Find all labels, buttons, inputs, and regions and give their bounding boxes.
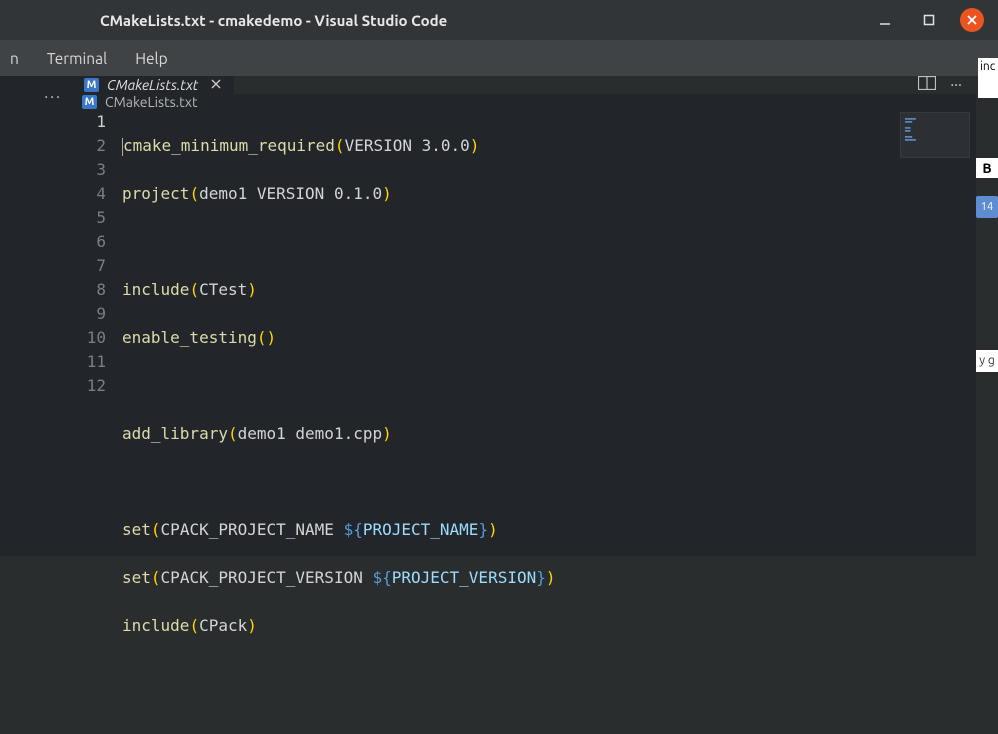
line-number: 3 bbox=[72, 158, 106, 182]
line-number: 2 bbox=[72, 134, 106, 158]
line-number: 8 bbox=[72, 278, 106, 302]
line-number-gutter: 1 2 3 4 5 6 7 8 9 10 11 12 bbox=[72, 110, 122, 734]
code-editor[interactable]: 1 2 3 4 5 6 7 8 9 10 11 12 cmake_minimum… bbox=[72, 110, 976, 734]
breadcrumb[interactable]: M CMakeLists.txt bbox=[72, 94, 976, 110]
menu-bar: n Terminal Help bbox=[0, 40, 998, 76]
menu-item-help[interactable]: Help bbox=[127, 46, 176, 71]
maximize-button[interactable] bbox=[916, 7, 942, 33]
line-number: 5 bbox=[72, 206, 106, 230]
line-number: 4 bbox=[72, 182, 106, 206]
background-fragment: inc bbox=[978, 58, 998, 98]
minimap[interactable]: ▄▄▄▄▄▄▄▄▄▄▄▄▄▄▄▄▄▄▄▄▄▄▄▄▄▄ bbox=[900, 112, 970, 158]
tab-label: CMakeLists.txt bbox=[107, 77, 198, 93]
minimize-button[interactable] bbox=[872, 7, 898, 33]
tab-bar: M CMakeLists.txt ··· bbox=[72, 76, 976, 94]
open-editors-gutter: ··· bbox=[0, 76, 72, 556]
code-content[interactable]: cmake_minimum_required(VERSION 3.0.0) pr… bbox=[122, 110, 976, 734]
background-fragment: y g bbox=[976, 350, 998, 372]
background-fragment: B bbox=[976, 158, 998, 178]
file-icon: M bbox=[82, 95, 97, 109]
close-button[interactable] bbox=[960, 8, 984, 32]
more-icon[interactable]: ··· bbox=[44, 88, 62, 556]
menu-item-run-fragment[interactable]: n bbox=[2, 46, 27, 71]
line-number: 6 bbox=[72, 230, 106, 254]
line-number: 1 bbox=[72, 110, 106, 134]
line-number: 9 bbox=[72, 302, 106, 326]
editor-more-icon[interactable]: ··· bbox=[950, 76, 962, 94]
line-number: 7 bbox=[72, 254, 106, 278]
file-icon: M bbox=[84, 78, 99, 92]
line-number: 10 bbox=[72, 326, 106, 350]
line-number: 12 bbox=[72, 374, 106, 398]
editor-region: ··· M CMakeLists.txt ··· M CMakeLists.tx… bbox=[0, 76, 976, 556]
breadcrumb-label: CMakeLists.txt bbox=[105, 94, 197, 110]
menu-item-terminal[interactable]: Terminal bbox=[39, 46, 115, 71]
title-bar: CMakeLists.txt - cmakedemo - Visual Stud… bbox=[0, 0, 998, 40]
split-editor-icon[interactable] bbox=[918, 76, 936, 94]
tab-cmakelists[interactable]: M CMakeLists.txt bbox=[72, 76, 234, 94]
window-title: CMakeLists.txt - cmakedemo - Visual Stud… bbox=[100, 12, 447, 29]
tab-close-icon[interactable] bbox=[210, 77, 222, 93]
line-number: 11 bbox=[72, 350, 106, 374]
background-fragment: 14 bbox=[976, 196, 998, 218]
